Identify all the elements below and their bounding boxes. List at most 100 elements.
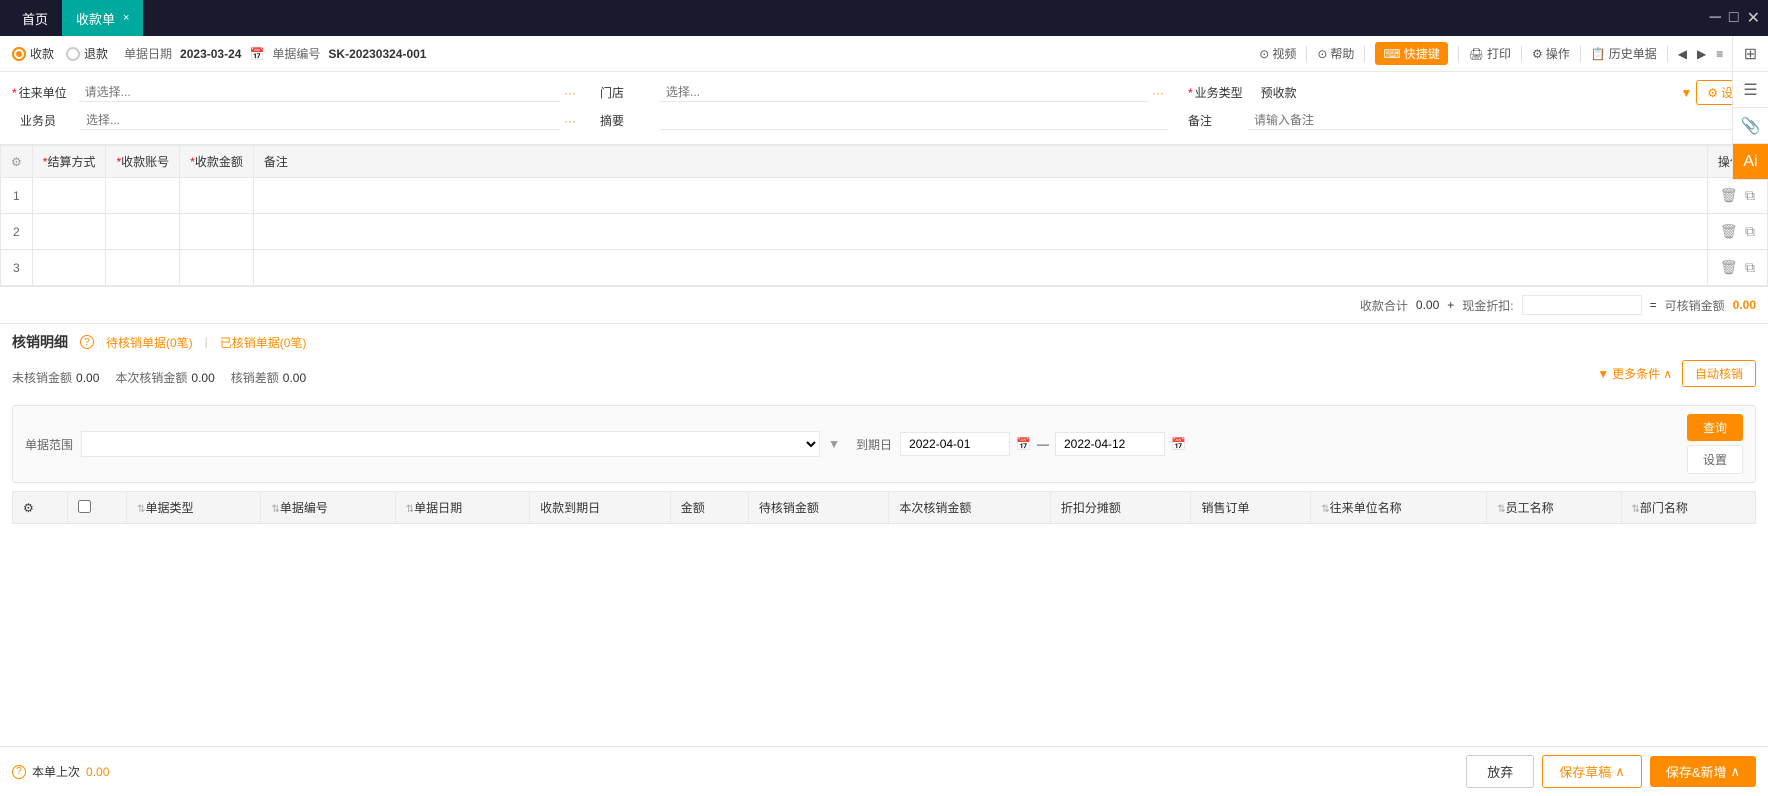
table-gear-header[interactable]: ⚙: [1, 146, 33, 178]
staff-more-btn[interactable]: ···: [560, 114, 580, 128]
history-btn[interactable]: 📋 历史单据: [1591, 45, 1657, 62]
row-1-copy-btn[interactable]: ⧉: [1743, 185, 1757, 206]
form-row-1: * 往来单位 ··· 门店 ··· * 业务类型 预收款 ▼ ⚙ 设置: [12, 80, 1756, 105]
date-to-icon[interactable]: 📅: [1171, 437, 1186, 451]
row-1-settlement[interactable]: [32, 178, 106, 214]
table-gear-icon[interactable]: ⚙: [11, 155, 22, 169]
date-from-icon[interactable]: 📅: [1016, 437, 1031, 451]
radio-refund[interactable]: 退款: [66, 45, 108, 62]
doc-number-label: 单据编号: [272, 45, 320, 62]
sort-number-icon[interactable]: ⇅: [271, 504, 279, 515]
col-date-header: ⇅单据日期: [395, 492, 529, 524]
row-3-account[interactable]: [106, 250, 180, 286]
select-all-checkbox[interactable]: [78, 500, 91, 513]
gear2-icon[interactable]: ⚙: [23, 501, 34, 515]
row-3-settlement[interactable]: [32, 250, 106, 286]
nav-tab-label: 收款单: [76, 9, 115, 28]
row-2-delete-btn[interactable]: 🗑: [1718, 221, 1740, 242]
verify-filter-row: ▼ 更多条件 ∧ 自动核销: [1597, 360, 1756, 387]
footer-left: ? 本单上次 0.00: [12, 763, 109, 780]
row-1-remark[interactable]: [253, 178, 1707, 214]
date-from-input[interactable]: [900, 432, 1010, 456]
row-2-account[interactable]: [106, 214, 180, 250]
video-btn[interactable]: ⊙ 视频: [1259, 45, 1296, 62]
sort-dept-icon[interactable]: ⇅: [1632, 504, 1640, 515]
help-icon: ⊙: [1317, 47, 1327, 61]
maximize-icon[interactable]: □: [1729, 9, 1739, 27]
shortcut-btn[interactable]: ⌨ 快捷键: [1375, 42, 1447, 65]
sort-type-icon[interactable]: ⇅: [137, 504, 145, 515]
store-label: 门店: [600, 84, 660, 101]
row-1-delete-btn[interactable]: 🗑: [1718, 185, 1740, 206]
nav-tab-receipt[interactable]: 收款单 ×: [62, 0, 143, 36]
operate-icon: ⚙: [1532, 47, 1543, 61]
auto-verify-btn[interactable]: 自动核销: [1682, 360, 1756, 387]
shortcut-icon: ⌨: [1383, 47, 1400, 61]
remark-input[interactable]: [1248, 111, 1756, 130]
right-panel: ⊞ ☰ 📎 Ai: [1732, 36, 1768, 180]
footer-info-icon[interactable]: ?: [12, 765, 26, 779]
partner-input[interactable]: [79, 83, 560, 102]
staff-input[interactable]: [80, 111, 560, 130]
help-btn[interactable]: ⊙ 帮助: [1317, 45, 1354, 62]
verify-settings-btn[interactable]: 设置: [1687, 445, 1743, 474]
row-3-delete-btn[interactable]: 🗑: [1718, 257, 1740, 278]
operate-btn[interactable]: ⚙ 操作: [1532, 45, 1570, 62]
verify-value: 0.00: [1733, 298, 1756, 312]
row-2-settlement[interactable]: [32, 214, 106, 250]
save-draft-button[interactable]: 保存草稿 ∧: [1542, 755, 1642, 788]
new-chevron-icon[interactable]: ∧: [1730, 764, 1740, 780]
panel-attach-icon[interactable]: 📎: [1733, 108, 1768, 144]
row-2-amount[interactable]: [180, 214, 254, 250]
store-more-btn[interactable]: ···: [1148, 86, 1168, 100]
row-2-remark[interactable]: [253, 214, 1707, 250]
layout-list-btn[interactable]: ≡: [1716, 47, 1723, 61]
calendar-icon[interactable]: 📅: [249, 47, 264, 61]
equals-sign: =: [1650, 298, 1657, 312]
col-remark-header: 备注: [253, 146, 1707, 178]
row-1-amount[interactable]: [180, 178, 254, 214]
print-btn[interactable]: 🖨 打印: [1469, 45, 1511, 62]
current-label: 本次核销金额: [115, 369, 187, 386]
tab-done[interactable]: 已核销单据(0笔): [220, 334, 307, 351]
col-gear2[interactable]: ⚙: [13, 492, 68, 524]
verify-info-icon[interactable]: ?: [80, 335, 94, 349]
biz-type-dropdown[interactable]: ▼: [1676, 86, 1696, 100]
sort-staff-icon[interactable]: ⇅: [1497, 504, 1505, 515]
date-to-input[interactable]: [1055, 432, 1165, 456]
summary-input[interactable]: [660, 111, 1168, 130]
row-1-account[interactable]: [106, 178, 180, 214]
panel-list-icon[interactable]: ☰: [1733, 72, 1768, 108]
partner-more-btn[interactable]: ···: [560, 86, 580, 100]
chevron-up-icon: ∧: [1663, 367, 1672, 381]
radio-receipt[interactable]: 收款: [12, 45, 54, 62]
nav-home[interactable]: 首页: [8, 0, 62, 36]
sort-partner-icon[interactable]: ⇅: [1321, 504, 1329, 515]
row-3-remark[interactable]: [253, 250, 1707, 286]
nav-arrow-left[interactable]: ◀: [1678, 47, 1687, 61]
close-window-icon[interactable]: ✕: [1747, 8, 1760, 28]
row-3-copy-btn[interactable]: ⧉: [1743, 257, 1757, 278]
draft-chevron-icon[interactable]: ∧: [1615, 764, 1625, 780]
sort-date-icon[interactable]: ⇅: [406, 504, 414, 515]
minimize-icon[interactable]: ─: [1710, 9, 1721, 27]
search-button[interactable]: 查询: [1687, 414, 1743, 441]
nav-tab-close[interactable]: ×: [123, 12, 129, 24]
panel-ai-icon[interactable]: Ai: [1733, 144, 1768, 180]
doc-number-value: SK-20230324-001: [328, 47, 426, 61]
tab-pending[interactable]: 待核销单据(0笔): [106, 334, 193, 351]
col-checkbox[interactable]: [68, 492, 127, 524]
abandon-button[interactable]: 放弃: [1466, 755, 1534, 788]
row-3-amount[interactable]: [180, 250, 254, 286]
store-input[interactable]: [660, 83, 1148, 102]
more-conditions-btn[interactable]: ▼ 更多条件 ∧: [1597, 365, 1672, 382]
partner-field: * 往来单位 ···: [12, 83, 580, 102]
row-2-copy-btn[interactable]: ⧉: [1743, 221, 1757, 242]
nav-arrow-right[interactable]: ▶: [1697, 47, 1706, 61]
range-select[interactable]: [81, 431, 820, 457]
panel-table-icon[interactable]: ⊞: [1733, 36, 1768, 72]
save-new-button[interactable]: 保存&新增 ∧: [1650, 756, 1756, 787]
radio-refund-dot: [66, 47, 80, 61]
col-amount-header2: 金额: [670, 492, 748, 524]
discount-input[interactable]: [1522, 295, 1642, 315]
